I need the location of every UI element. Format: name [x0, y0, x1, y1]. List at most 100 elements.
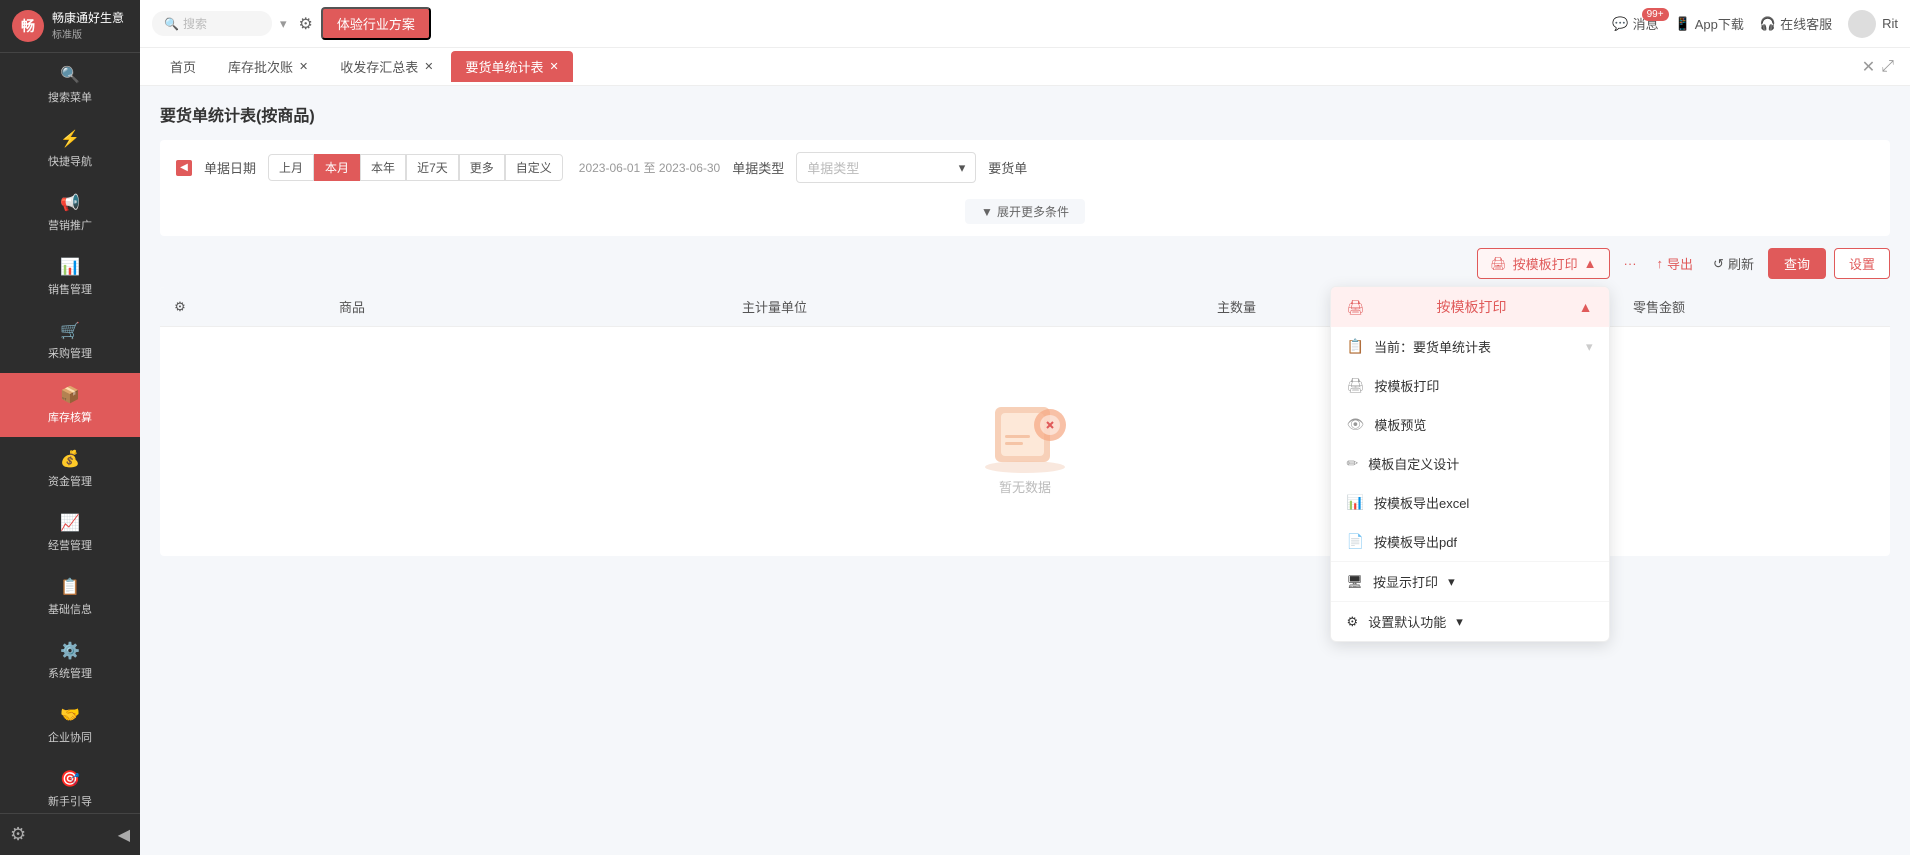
message-icon: 💬 [1612, 16, 1628, 32]
current-label: 当前：要货单统计表 [1374, 337, 1491, 356]
date-btn-4[interactable]: 更多 [459, 154, 505, 181]
maximize-tab-icon[interactable]: ⤢ [1881, 58, 1894, 76]
item-icon-template-export-excel: 📊 [1347, 494, 1364, 511]
filter-collapse-btn[interactable]: ◀ [176, 160, 192, 176]
app-download-btn[interactable]: 📱 App下载 [1675, 14, 1744, 33]
sidebar-item-cooperation[interactable]: 🤝企业协同 [0, 693, 140, 757]
type-select-value: 单据类型 [807, 158, 859, 177]
dropdown-item-template-export-pdf[interactable]: 📄按模板导出pdf [1331, 522, 1609, 561]
sidebar-item-purchase[interactable]: 🛒采购管理 [0, 309, 140, 373]
nav-label-search: 搜索菜单 [48, 89, 92, 105]
date-btn-5[interactable]: 自定义 [505, 154, 563, 181]
tab-close-batch-account[interactable]: ✕ [299, 60, 308, 73]
sidebar-item-operations[interactable]: 📈经营管理 [0, 501, 140, 565]
sidebar-item-finance[interactable]: 💰资金管理 [0, 437, 140, 501]
dropdown-header: 🖨 按模板打印 ▲ [1331, 287, 1609, 327]
date-btn-1[interactable]: 本月 [314, 154, 360, 181]
sidebar-settings-icon[interactable]: ⚙ [10, 824, 26, 845]
nav-icon-cooperation: 🤝 [60, 705, 80, 725]
topbar-search[interactable]: 🔍 搜索 [152, 11, 272, 36]
logo-area: 畅 畅康通好生意 标准版 [0, 0, 140, 53]
nav-label-basics: 基础信息 [48, 601, 92, 617]
sub-arrow-display-print: ▾ [1448, 574, 1455, 590]
nav-icon-newbie: 🎯 [60, 769, 80, 789]
online-service-btn[interactable]: 🎧 在线客服 [1760, 14, 1832, 33]
date-buttons: 上月本月本年近7天更多自定义 [268, 154, 563, 181]
print-btn-label: 按模板打印 [1513, 254, 1578, 273]
date-btn-3[interactable]: 近7天 [406, 154, 459, 181]
export-btn[interactable]: ↑ 导出 [1651, 250, 1700, 277]
tab-collection-summary[interactable]: 收发存汇总表✕ [326, 51, 447, 82]
service-label: 在线客服 [1780, 14, 1832, 33]
tab-close-collection-summary[interactable]: ✕ [424, 60, 433, 73]
sidebar-bottom: ⚙ ◀ [0, 813, 140, 855]
sidebar-toggle-icon[interactable]: ◀ [118, 825, 130, 845]
nav-label-newbie: 新手引导 [48, 793, 92, 809]
dropdown-item-template-export-excel[interactable]: 📊 按模板导出excel [1331, 483, 1609, 522]
tab-close-order-summary[interactable]: ✕ [550, 60, 559, 73]
topbar-settings-icon[interactable]: ⚙ [299, 14, 313, 34]
dropdown-sub-display-print[interactable]: 🖥按显示打印▾ [1331, 561, 1609, 601]
dropdown-item-template-custom[interactable]: ✏模板自定义设计 [1331, 444, 1609, 483]
print-template-btn[interactable]: 🖨 按模板打印 ▲ [1477, 248, 1609, 279]
sidebar-item-marketing-promo[interactable]: 📢营销推广 [0, 181, 140, 245]
item-icon-template-custom: ✏ [1347, 455, 1359, 472]
sidebar-item-inventory[interactable]: 📦库存核算 [0, 373, 140, 437]
sub-label-set-default: 设置默认功能 [1368, 612, 1446, 631]
dropdown-sub-set-default[interactable]: ⚙设置默认功能▾ [1331, 601, 1609, 641]
dropdown-current-template[interactable]: 📋 当前：要货单统计表 ▾ [1331, 327, 1609, 366]
type-select-arrow: ▾ [959, 160, 966, 176]
topbar: 🔍 搜索 ▾ ⚙ 体验行业方案 💬 消息 99+ 📱 App下载 🎧 在线客服 [140, 0, 1910, 48]
empty-state: 暂无数据 [160, 327, 1890, 556]
print-btn-arrow-up: ▲ [1584, 256, 1597, 271]
trial-button[interactable]: 体验行业方案 [321, 7, 431, 40]
date-btn-2[interactable]: 本年 [360, 154, 406, 181]
expand-more-btn[interactable]: ▼ 展开更多条件 [965, 199, 1085, 224]
refresh-btn[interactable]: ↺ 刷新 [1707, 250, 1760, 277]
toolbar-area: 🖨 按模板打印 ▲ 🖨 按模板打印 ▲ 📋 当前：要货 [160, 248, 1890, 279]
query-btn[interactable]: 查询 [1768, 248, 1826, 279]
sidebar-item-basics[interactable]: 📋基础信息 [0, 565, 140, 629]
tab-home[interactable]: 首页 [156, 51, 210, 82]
settings-btn[interactable]: 设置 [1834, 248, 1890, 279]
sidebar-item-search[interactable]: 🔍 搜索菜单 [0, 53, 140, 117]
sub-icon-display-print: 🖥 [1347, 574, 1364, 590]
type-select[interactable]: 单据类型 ▾ [796, 152, 976, 183]
col-header-settings[interactable]: ⚙ [160, 287, 200, 327]
message-btn[interactable]: 💬 消息 99+ [1612, 14, 1658, 33]
empty-illustration [965, 387, 1085, 477]
date-btn-0[interactable]: 上月 [268, 154, 314, 181]
nav-icon-search: 🔍 [60, 65, 80, 85]
logo-text-area: 畅康通好生意 标准版 [52, 11, 124, 42]
user-menu[interactable]: Rit [1848, 10, 1898, 38]
order-type-label: 要货单 [988, 158, 1027, 177]
more-icon: ··· [1624, 256, 1637, 271]
expand-label: 展开更多条件 [997, 203, 1069, 220]
table-container: ⚙商品主计量单位主数量零售金额 [160, 287, 1890, 556]
tab-order-summary[interactable]: 要货单统计表✕ [451, 51, 572, 82]
logo-icon: 畅 [12, 10, 44, 42]
nav-icon-finance: 💰 [60, 449, 80, 469]
nav-icon-inventory: 📦 [60, 385, 80, 405]
search-text: 搜索 [183, 15, 207, 32]
topbar-dropdown[interactable]: ▾ [280, 16, 287, 32]
sidebar-item-sales[interactable]: 📊销售管理 [0, 245, 140, 309]
table-header: ⚙商品主计量单位主数量零售金额 [160, 287, 1890, 327]
app-download-label: App下载 [1695, 14, 1744, 33]
type-label: 单据类型 [732, 158, 784, 177]
refresh-icon: ↺ [1713, 256, 1724, 272]
nav-label-system: 系统管理 [48, 665, 92, 681]
more-options-btn[interactable]: ··· [1618, 252, 1643, 275]
close-tab-icon[interactable]: ✕ [1862, 57, 1875, 77]
dropdown-item-template-print[interactable]: 🖨按模板打印 [1331, 366, 1609, 405]
item-label-template-export-excel: 按模板导出excel [1374, 493, 1469, 512]
app-subtitle: 标准版 [52, 26, 124, 41]
dropdown-up-icon[interactable]: ▲ [1579, 299, 1593, 315]
sidebar-item-shortcut[interactable]: ⚡快捷导航 [0, 117, 140, 181]
nav-icon-operations: 📈 [60, 513, 80, 533]
user-name: Rit [1882, 16, 1898, 31]
tab-batch-account[interactable]: 库存批次账✕ [214, 51, 322, 82]
dropdown-item-template-preview[interactable]: 👁模板预览 [1331, 405, 1609, 444]
sidebar-item-newbie[interactable]: 🎯 新手引导 [0, 757, 140, 813]
sidebar-item-system[interactable]: ⚙️系统管理 [0, 629, 140, 693]
